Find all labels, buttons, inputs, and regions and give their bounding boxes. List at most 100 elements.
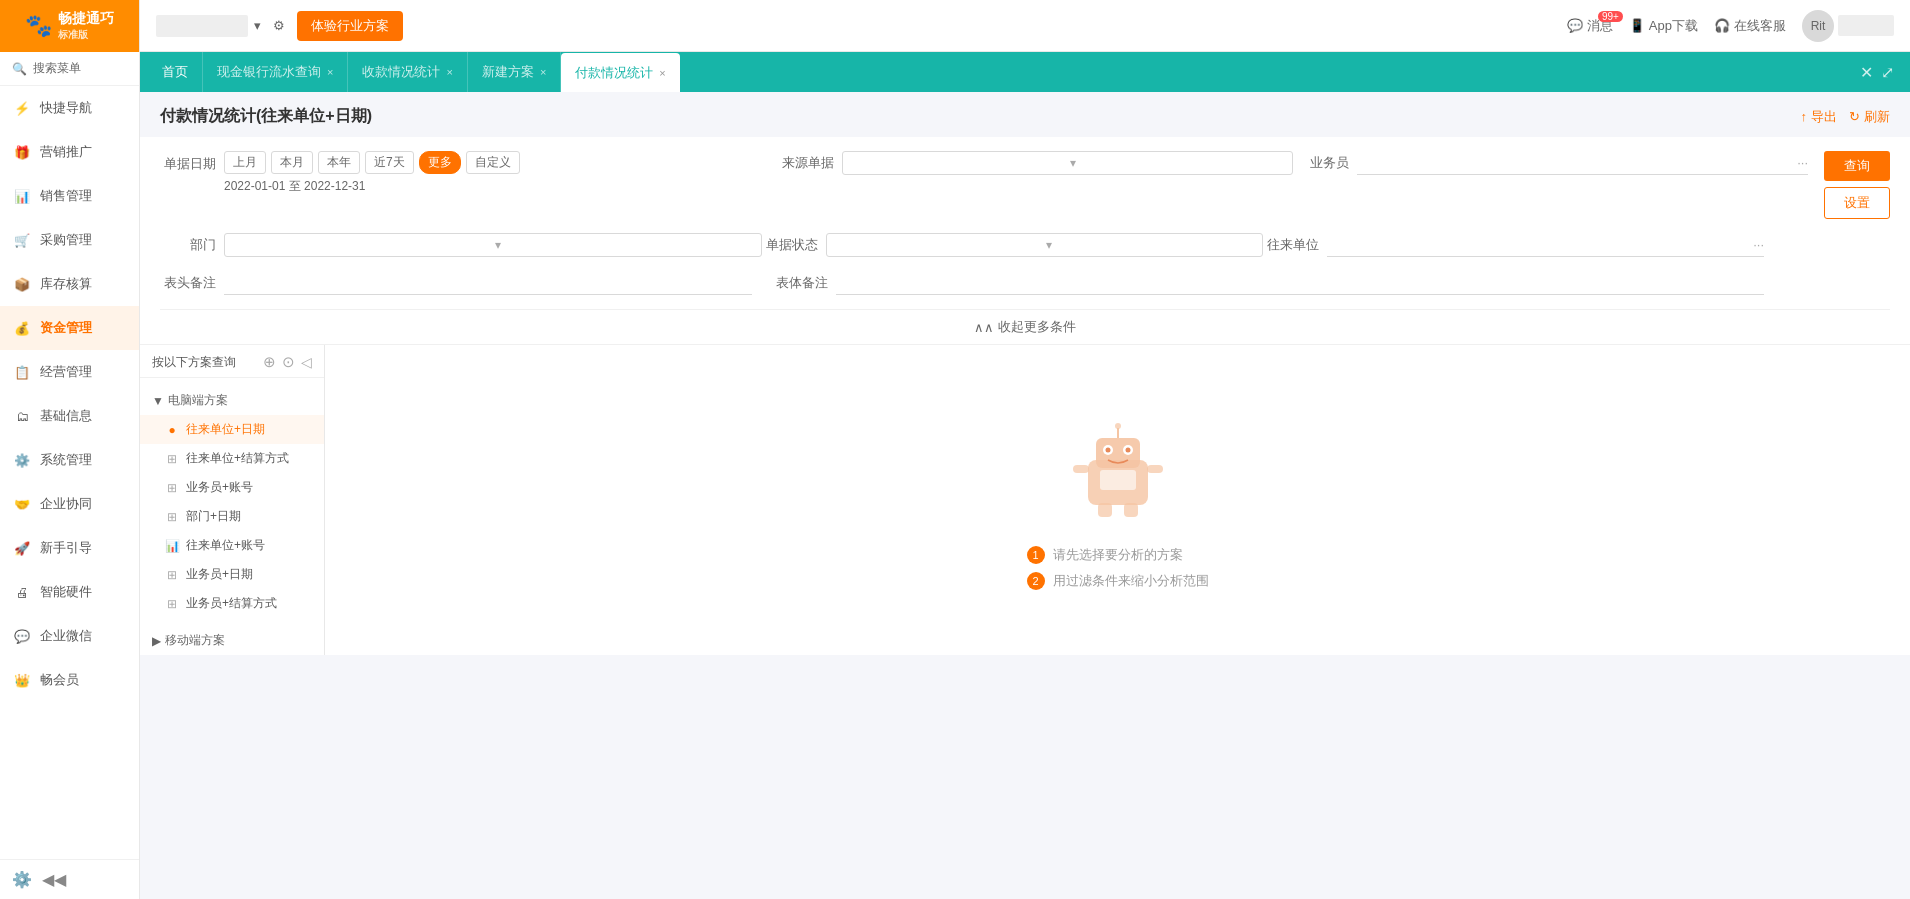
salesperson-input[interactable]: [1357, 155, 1797, 170]
tab-home[interactable]: 首页: [148, 52, 203, 92]
collapse-sidebar-btn[interactable]: ◀◀: [42, 870, 66, 889]
partner-dots[interactable]: ···: [1753, 237, 1764, 252]
refresh-btn[interactable]: ↻ 刷新: [1849, 108, 1890, 126]
online-service-label: 在线客服: [1734, 17, 1786, 35]
scheme-item-6-label: 业务员+结算方式: [186, 595, 277, 612]
tab-cashflow[interactable]: 现金银行流水查询 ×: [203, 52, 348, 92]
date-btn-this-month[interactable]: 本月: [271, 151, 313, 174]
username-label: [1838, 15, 1894, 36]
maximize-btn[interactable]: ⤢: [1881, 63, 1894, 82]
date-btn-more[interactable]: 更多: [419, 151, 461, 174]
scheme-item-2[interactable]: ⊞ 业务员+账号: [140, 473, 324, 502]
sidebar-item-basic[interactable]: 🗂 基础信息: [0, 394, 139, 438]
refresh-label: 刷新: [1864, 108, 1890, 126]
tab-new-scheme[interactable]: 新建方案 ×: [468, 52, 561, 92]
filter-setting-btn[interactable]: 设置: [1824, 187, 1890, 219]
svg-point-5: [1125, 448, 1130, 453]
tab-cashflow-close[interactable]: ×: [327, 66, 333, 78]
collapse-more-btn[interactable]: ∧∧ 收起更多条件: [160, 309, 1890, 344]
tab-cashflow-label: 现金银行流水查询: [217, 63, 321, 81]
filter-bodynote-cell: 表体备注: [752, 271, 1764, 295]
export-btn[interactable]: ↑ 导出: [1801, 108, 1838, 126]
settings-scheme-icon[interactable]: ⊙: [282, 353, 295, 371]
partner-input[interactable]: [1327, 237, 1753, 252]
tab-payment-stats-close[interactable]: ×: [659, 67, 665, 79]
sidebar-item-label: 智能硬件: [40, 583, 92, 601]
query-btn[interactable]: 查询: [1824, 151, 1890, 181]
sidebar-item-quick-nav[interactable]: ⚡ 快捷导航: [0, 86, 139, 130]
company-selector[interactable]: ▾: [156, 15, 261, 37]
source-select[interactable]: ▾: [842, 151, 1293, 175]
collapse-scheme-icon[interactable]: ◁: [301, 354, 312, 370]
filter-partner-cell: 往来单位 ···: [1263, 233, 1764, 257]
sidebar-item-sales[interactable]: 📊 销售管理: [0, 174, 139, 218]
filter-row-3: 表头备注 表体备注: [160, 271, 1890, 295]
trial-btn[interactable]: 体验行业方案: [297, 11, 403, 41]
salesperson-dots[interactable]: ···: [1797, 155, 1808, 170]
sidebar-item-wechat[interactable]: 💬 企业微信: [0, 614, 139, 658]
settings-bottom-btn[interactable]: ⚙️: [12, 870, 32, 889]
tab-receipt-close[interactable]: ×: [446, 66, 452, 78]
sidebar-item-label: 快捷导航: [40, 99, 92, 117]
search-menu[interactable]: 🔍 搜索菜单: [0, 52, 139, 86]
sidebar-item-enterprise[interactable]: 🤝 企业协同: [0, 482, 139, 526]
tabbar-right: ✕ ⤢: [1860, 63, 1902, 82]
search-menu-label: 搜索菜单: [33, 60, 81, 77]
headernote-input[interactable]: [224, 275, 752, 290]
company-dropdown-icon[interactable]: ▾: [254, 18, 261, 33]
sidebar-item-finance[interactable]: 💰 资金管理: [0, 306, 139, 350]
date-btn-7days[interactable]: 近7天: [365, 151, 414, 174]
scheme-item-2-label: 业务员+账号: [186, 479, 253, 496]
collapse-label: 收起更多条件: [998, 318, 1076, 336]
refresh-icon: ↻: [1849, 109, 1860, 124]
scheme-item-0-label: 往来单位+日期: [186, 421, 265, 438]
scheme-pc-section: ▼ 电脑端方案 ● 往来单位+日期 ⊞ 往来单位+结算方式 ⊞ 业务员+账号: [140, 386, 324, 618]
sidebar-item-label: 采购管理: [40, 231, 92, 249]
date-btn-this-year[interactable]: 本年: [318, 151, 360, 174]
sidebar-item-label: 系统管理: [40, 451, 92, 469]
topbar-settings-icon[interactable]: ⚙: [273, 18, 285, 33]
scheme-item-3[interactable]: ⊞ 部门+日期: [140, 502, 324, 531]
company-name: [156, 15, 248, 37]
bodynote-input[interactable]: [836, 275, 1764, 290]
scheme-item-0[interactable]: ● 往来单位+日期: [140, 415, 324, 444]
sidebar-item-guide[interactable]: 🚀 新手引导: [0, 526, 139, 570]
sidebar-item-system[interactable]: ⚙️ 系统管理: [0, 438, 139, 482]
user-avatar[interactable]: Rit: [1802, 10, 1894, 42]
sidebar-item-vip[interactable]: 👑 畅会员: [0, 658, 139, 702]
scheme-item-5[interactable]: ⊞ 业务员+日期: [140, 560, 324, 589]
sidebar-item-operations[interactable]: 📋 经营管理: [0, 350, 139, 394]
sidebar-item-marketing[interactable]: 🎁 营销推广: [0, 130, 139, 174]
message-btn[interactable]: 💬 消息 99+: [1567, 17, 1613, 35]
sidebar-item-smart[interactable]: 🖨 智能硬件: [0, 570, 139, 614]
sidebar-item-purchase[interactable]: 🛒 采购管理: [0, 218, 139, 262]
tab-receipt[interactable]: 收款情况统计 ×: [348, 52, 467, 92]
scheme-query-label: 按以下方案查询: [152, 354, 236, 371]
scheme-item-1[interactable]: ⊞ 往来单位+结算方式: [140, 444, 324, 473]
smart-icon: 🖨: [12, 582, 32, 602]
scheme-pc-title[interactable]: ▼ 电脑端方案: [140, 386, 324, 415]
app-download-btn[interactable]: 📱 App下载: [1629, 17, 1698, 35]
app-name: 畅捷通巧: [58, 10, 114, 28]
source-dropdown-icon: ▾: [1070, 156, 1285, 170]
scheme-item-4[interactable]: 📊 往来单位+账号: [140, 531, 324, 560]
tab-payment-stats[interactable]: 付款情况统计 ×: [561, 53, 679, 93]
scheme-pc-label: 电脑端方案: [168, 392, 228, 409]
export-icon: ↑: [1801, 109, 1808, 124]
docstatus-select[interactable]: ▾: [826, 233, 1263, 257]
app-download-icon: 📱: [1629, 18, 1645, 33]
vip-icon: 👑: [12, 670, 32, 690]
scheme-mobile-title[interactable]: ▶ 移动端方案: [140, 626, 324, 655]
dept-select[interactable]: ▾: [224, 233, 762, 257]
scheme-item-6[interactable]: ⊞ 业务员+结算方式: [140, 589, 324, 618]
add-scheme-icon[interactable]: ⊕: [263, 353, 276, 371]
close-all-tabs-btn[interactable]: ✕: [1860, 63, 1873, 82]
tab-new-scheme-close[interactable]: ×: [540, 66, 546, 78]
filter-date-cell: 单据日期 上月 本月 本年 近7天 更多 自定义 2022-01-01 至 20…: [160, 151, 778, 195]
date-btn-last-month[interactable]: 上月: [224, 151, 266, 174]
wechat-icon: 💬: [12, 626, 32, 646]
sidebar-item-stock[interactable]: 📦 库存核算: [0, 262, 139, 306]
online-service-btn[interactable]: 🎧 在线客服: [1714, 17, 1786, 35]
date-btn-custom[interactable]: 自定义: [466, 151, 520, 174]
sidebar-bottom: ⚙️ ◀◀: [0, 859, 139, 899]
